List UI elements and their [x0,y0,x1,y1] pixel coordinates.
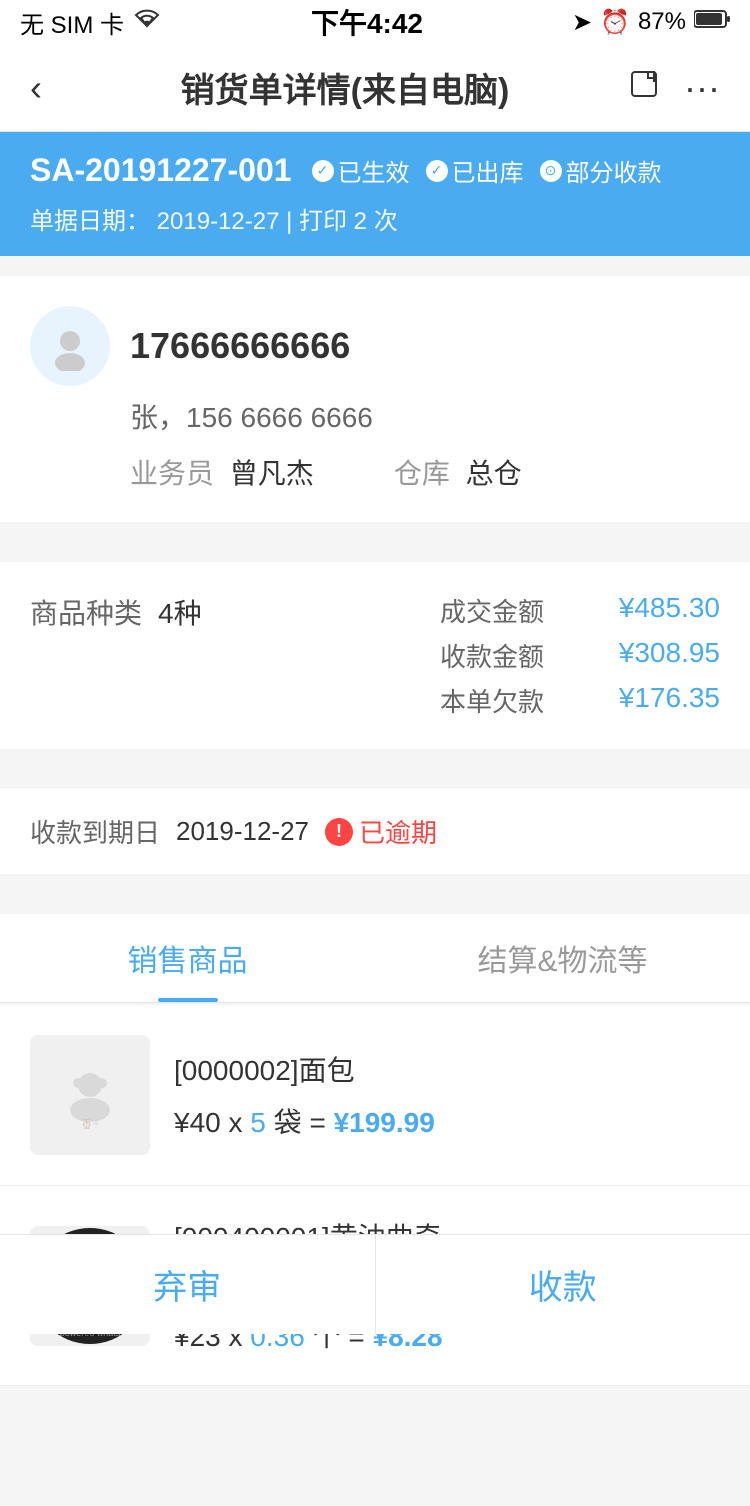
deal-amount-value: ¥485.30 [619,592,720,629]
price-x-1: x [229,1107,251,1138]
nav-actions: ··· [600,67,720,109]
date-label: 单据日期： [30,208,150,235]
more-icon[interactable]: ··· [684,67,720,109]
debt-label: 本单欠款 [440,682,544,719]
divider-2 [0,749,750,769]
summary-grid: 商品种类 4种 成交金额 ¥485.30 收款金额 ¥308.95 本单欠款 ¥… [30,592,720,719]
tabs-row: 销售商品 结算&物流等 [0,914,750,1002]
sales-rep-value: 曾凡杰 [230,458,314,489]
divider-3 [0,874,750,894]
overdue-badge: ! 已逾期 [325,813,437,850]
sales-rep-label: 业务员 [130,458,214,489]
order-date: 2019-12-27 [157,208,280,235]
received-amount-row: 收款金额 ¥308.95 [440,637,720,674]
location-icon: ➤ [572,8,592,37]
product-price-1: ¥40 x 5 袋 = ¥199.99 [174,1101,720,1141]
badge-shipped: ✓ 已出库 [426,153,524,188]
check-icon-2: ✓ [426,160,448,182]
banner-date-row: 单据日期： 2019-12-27 | 打印 2 次 [30,201,720,236]
warehouse: 仓库 总仓 [394,452,522,492]
carrier-text: 无 SIM 卡 [20,5,124,40]
divider-1 [0,522,750,542]
status-bar: 无 SIM 卡 下午4:42 ➤ ⏰ 87% [0,0,750,44]
received-value: ¥308.95 [619,637,720,674]
warehouse-label: 仓库 [394,458,450,489]
due-label: 收款到期日 [30,813,160,850]
product-info-1: [0000002]面包 ¥40 x 5 袋 = ¥199.99 [174,1049,720,1141]
summary-right: 成交金额 ¥485.30 收款金额 ¥308.95 本单欠款 ¥176.35 [440,592,720,719]
deal-amount-label: 成交金额 [440,592,544,629]
tab-products[interactable]: 销售商品 [0,914,375,1002]
clock-icon: ⊙ [540,160,562,182]
kind-label: 商品种类 [30,592,142,632]
kind-count: 4种 [158,592,202,632]
due-section: 收款到期日 2019-12-27 ! 已逾期 [0,789,750,874]
avatar [30,306,110,386]
debt-row: 本单欠款 ¥176.35 [440,682,720,719]
price-unit-1: 袋 [274,1107,302,1138]
customer-id: 17666666666 [130,325,350,367]
price-qty-1: 5 [250,1107,266,1138]
list-item: 🦉+ [0000002]面包 ¥40 x 5 袋 = ¥199.99 [0,1005,750,1186]
product-image-1: 🦉+ [30,1035,150,1155]
customer-row: 17666666666 [30,306,720,386]
received-label: 收款金额 [440,637,544,674]
price-eq-1: = [309,1107,333,1138]
tabs-section: 销售商品 结算&物流等 [0,914,750,1003]
warehouse-value: 总仓 [466,458,522,489]
summary-left: 商品种类 4种 [30,592,202,632]
tab-settlement[interactable]: 结算&物流等 [375,914,750,1002]
wifi-icon [132,8,162,37]
confirm-button[interactable]: 收款 [376,1235,750,1334]
customer-meta: 业务员 曾凡杰 仓库 总仓 [130,452,720,492]
cancel-button[interactable]: 弃审 [0,1235,376,1334]
check-icon-1: ✓ [312,160,334,182]
product-name-1: [0000002]面包 [174,1049,720,1089]
alarm-icon: ⏰ [600,8,630,37]
header-banner: SA-20191227-001 ✓ 已生效 ✓ 已出库 ⊙ 部分收款 单据日期：… [0,132,750,256]
share-icon[interactable] [628,67,660,109]
badge-partial: ⊙ 部分收款 [540,153,662,188]
due-date: 2019-12-27 [176,816,309,847]
deal-amount-row: 成交金额 ¥485.30 [440,592,720,629]
overdue-text: 已逾期 [359,813,437,850]
bottom-bar: 弃审 收款 [0,1234,750,1334]
bottom-spacer [0,1386,750,1506]
customer-name-phone: 张，156 6666 6666 [130,396,720,436]
print-info: | 打印 2 次 [286,208,398,235]
overdue-icon: ! [325,818,353,846]
sales-rep: 业务员 曾凡杰 [130,452,314,492]
price-base-1: ¥40 [174,1107,221,1138]
banner-row1: SA-20191227-001 ✓ 已生效 ✓ 已出库 ⊙ 部分收款 [30,152,720,189]
back-button[interactable]: ‹ [30,67,90,109]
summary-section: 商品种类 4种 成交金额 ¥485.30 收款金额 ¥308.95 本单欠款 ¥… [0,562,750,749]
order-id: SA-20191227-001 [30,152,292,189]
status-right: ➤ ⏰ 87% [572,8,730,37]
status-time: 下午4:42 [311,2,423,42]
page-title: 销货单详情(来自电脑) [90,63,600,112]
battery-text: 87% [638,8,686,36]
status-left: 无 SIM 卡 [20,5,162,40]
battery-icon [694,8,730,36]
svg-text:🦉+: 🦉+ [81,1118,99,1130]
status-badges: ✓ 已生效 ✓ 已出库 ⊙ 部分收款 [312,153,662,188]
badge-effective: ✓ 已生效 [312,153,410,188]
customer-section: 17666666666 张，156 6666 6666 业务员 曾凡杰 仓库 总… [0,276,750,522]
nav-bar: ‹ 销货单详情(来自电脑) ··· [0,44,750,132]
price-total-1: ¥199.99 [334,1107,435,1138]
debt-value: ¥176.35 [619,682,720,719]
